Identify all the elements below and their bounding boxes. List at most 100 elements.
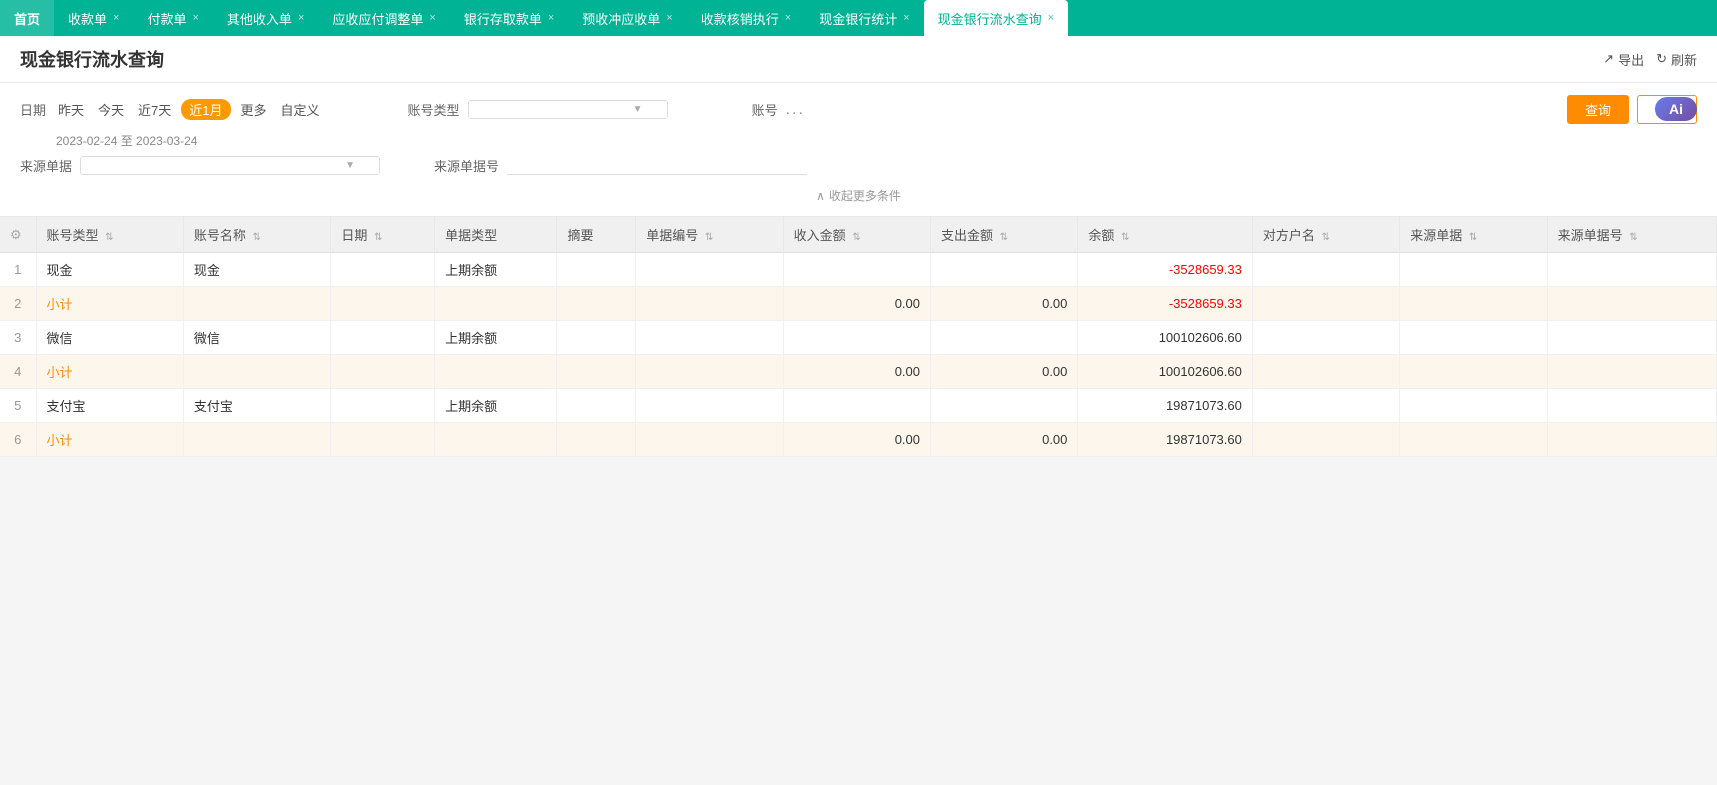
date-custom[interactable]: 自定义 [277, 99, 324, 120]
sort-source-doc[interactable]: ⇅ [1469, 232, 1477, 243]
cell-source-doc [1400, 253, 1547, 287]
nav-adjustment-close[interactable]: × [429, 12, 435, 24]
cell-doc-type: 上期余额 [435, 253, 557, 287]
cell-source-doc-no [1547, 355, 1716, 389]
nav-receipts-close[interactable]: × [113, 12, 119, 24]
col-source-doc-no: 来源单据号 ⇅ [1547, 217, 1716, 253]
gear-icon[interactable]: ⚙ [10, 227, 22, 242]
nav-other-income-close[interactable]: × [298, 12, 304, 24]
cell-income: 0.00 [783, 423, 930, 457]
sort-expense[interactable]: ⇅ [1000, 232, 1008, 243]
cell-doc-type [435, 423, 557, 457]
nav-cashflow-label: 现金银行流水查询 [938, 9, 1042, 28]
cell-doc-type: 上期余额 [435, 321, 557, 355]
sort-source-doc-no[interactable]: ⇅ [1629, 232, 1637, 243]
refresh-button[interactable]: ↻ 刷新 [1656, 50, 1697, 69]
nav-prepay-close[interactable]: × [666, 12, 672, 24]
nav-collection-close[interactable]: × [785, 12, 791, 24]
nav-cashflow[interactable]: 现金银行流水查询 × [924, 0, 1068, 36]
cell-counterpart [1252, 253, 1399, 287]
cell-counterpart [1252, 321, 1399, 355]
row-num: 6 [0, 423, 36, 457]
cell-income: 0.00 [783, 355, 930, 389]
date-range-display: 2023-02-24 至 2023-03-24 [20, 132, 1697, 149]
nav-prepay[interactable]: 预收冲应收单 × [568, 0, 686, 36]
cell-date [331, 321, 435, 355]
ai-badge[interactable]: Ai [1655, 97, 1697, 121]
nav-adjustment[interactable]: 应收应付调整单 × [318, 0, 449, 36]
table-row: 5 支付宝 支付宝 上期余额 19871073.60 [0, 389, 1717, 423]
account-filter-group: 账号 ... [752, 100, 805, 119]
date-yesterday[interactable]: 昨天 [54, 99, 88, 120]
nav-stats[interactable]: 现金银行统计 × [805, 0, 923, 36]
sort-income[interactable]: ⇅ [852, 232, 860, 243]
filter-row-2: 来源单据 ▼ 来源单据号 [20, 155, 1697, 175]
source-doc-no-input[interactable] [507, 155, 807, 175]
export-button[interactable]: ↗ 导出 [1603, 50, 1644, 69]
account-label: 账号 [752, 100, 778, 119]
cell-income: 0.00 [783, 287, 930, 321]
source-doc-no-label: 来源单据号 [434, 156, 499, 175]
nav-stats-close[interactable]: × [903, 12, 909, 24]
source-doc-select[interactable]: ▼ [80, 156, 380, 175]
sort-doc-no[interactable]: ⇅ [705, 232, 713, 243]
table-row: 1 现金 现金 上期余额 -3528659.33 [0, 253, 1717, 287]
cell-source-doc [1400, 355, 1547, 389]
sort-account-type[interactable]: ⇅ [105, 232, 113, 243]
col-expense: 支出金额 ⇅ [931, 217, 1078, 253]
cell-balance: 19871073.60 [1078, 423, 1252, 457]
date-7days[interactable]: 近7天 [134, 99, 175, 120]
cell-doc-type: 上期余额 [435, 389, 557, 423]
nav-other-income-label: 其他收入单 [227, 9, 292, 28]
nav-payments-close[interactable]: × [192, 12, 198, 24]
row-num: 1 [0, 253, 36, 287]
collapse-bar[interactable]: ∧ 收起更多条件 [20, 183, 1697, 208]
table-row: 6 小计 0.00 0.00 19871073.60 [0, 423, 1717, 457]
source-doc-chevron: ▼ [345, 160, 355, 171]
col-counterpart: 对方户名 ⇅ [1252, 217, 1399, 253]
nav-bank-deposit-close[interactable]: × [548, 12, 554, 24]
nav-home[interactable]: 首页 [0, 0, 54, 36]
ai-label: Ai [1669, 101, 1683, 117]
cell-source-doc-no [1547, 389, 1716, 423]
cell-counterpart [1252, 287, 1399, 321]
nav-cashflow-close[interactable]: × [1048, 12, 1054, 24]
cell-account-type: 小计 [36, 287, 183, 321]
cell-summary [557, 389, 636, 423]
cell-income [783, 321, 930, 355]
cell-expense: 0.00 [931, 287, 1078, 321]
nav-receipts[interactable]: 收款单 × [54, 0, 133, 36]
nav-collection[interactable]: 收款核销执行 × [687, 0, 805, 36]
table-row: 3 微信 微信 上期余额 100102606.60 [0, 321, 1717, 355]
cell-date [331, 287, 435, 321]
cell-source-doc-no [1547, 253, 1716, 287]
cell-balance: 19871073.60 [1078, 389, 1252, 423]
source-doc-no-filter-group: 来源单据号 [434, 155, 807, 175]
cell-balance: -3528659.33 [1078, 253, 1252, 287]
cell-expense: 0.00 [931, 355, 1078, 389]
nav-payments[interactable]: 付款单 × [133, 0, 212, 36]
cell-account-type: 支付宝 [36, 389, 183, 423]
filter-row-1: 日期 昨天 今天 近7天 近1月 更多 自定义 账号类型 ▼ 账号 ... [20, 95, 1697, 124]
col-date: 日期 ⇅ [331, 217, 435, 253]
export-icon: ↗ [1603, 51, 1614, 67]
nav-bank-deposit-label: 银行存取款单 [464, 9, 542, 28]
sort-account-name[interactable]: ⇅ [253, 232, 261, 243]
sort-balance[interactable]: ⇅ [1121, 232, 1129, 243]
export-label: 导出 [1618, 50, 1644, 69]
nav-prepay-label: 预收冲应收单 [582, 9, 660, 28]
query-button[interactable]: 查询 [1567, 95, 1629, 124]
cell-doc-no [636, 253, 783, 287]
collapse-icon: ∧ [816, 189, 825, 203]
date-more[interactable]: 更多 [237, 99, 271, 120]
col-gear[interactable]: ⚙ [0, 217, 36, 253]
account-type-select[interactable]: ▼ [468, 100, 668, 119]
sort-date[interactable]: ⇅ [374, 232, 382, 243]
account-more-btn[interactable]: ... [786, 101, 805, 119]
date-1month[interactable]: 近1月 [181, 99, 230, 120]
sort-counterpart[interactable]: ⇅ [1321, 232, 1329, 243]
nav-bank-deposit[interactable]: 银行存取款单 × [450, 0, 568, 36]
date-today[interactable]: 今天 [94, 99, 128, 120]
date-range-text: 2023-02-24 至 2023-03-24 [56, 134, 197, 148]
nav-other-income[interactable]: 其他收入单 × [213, 0, 318, 36]
